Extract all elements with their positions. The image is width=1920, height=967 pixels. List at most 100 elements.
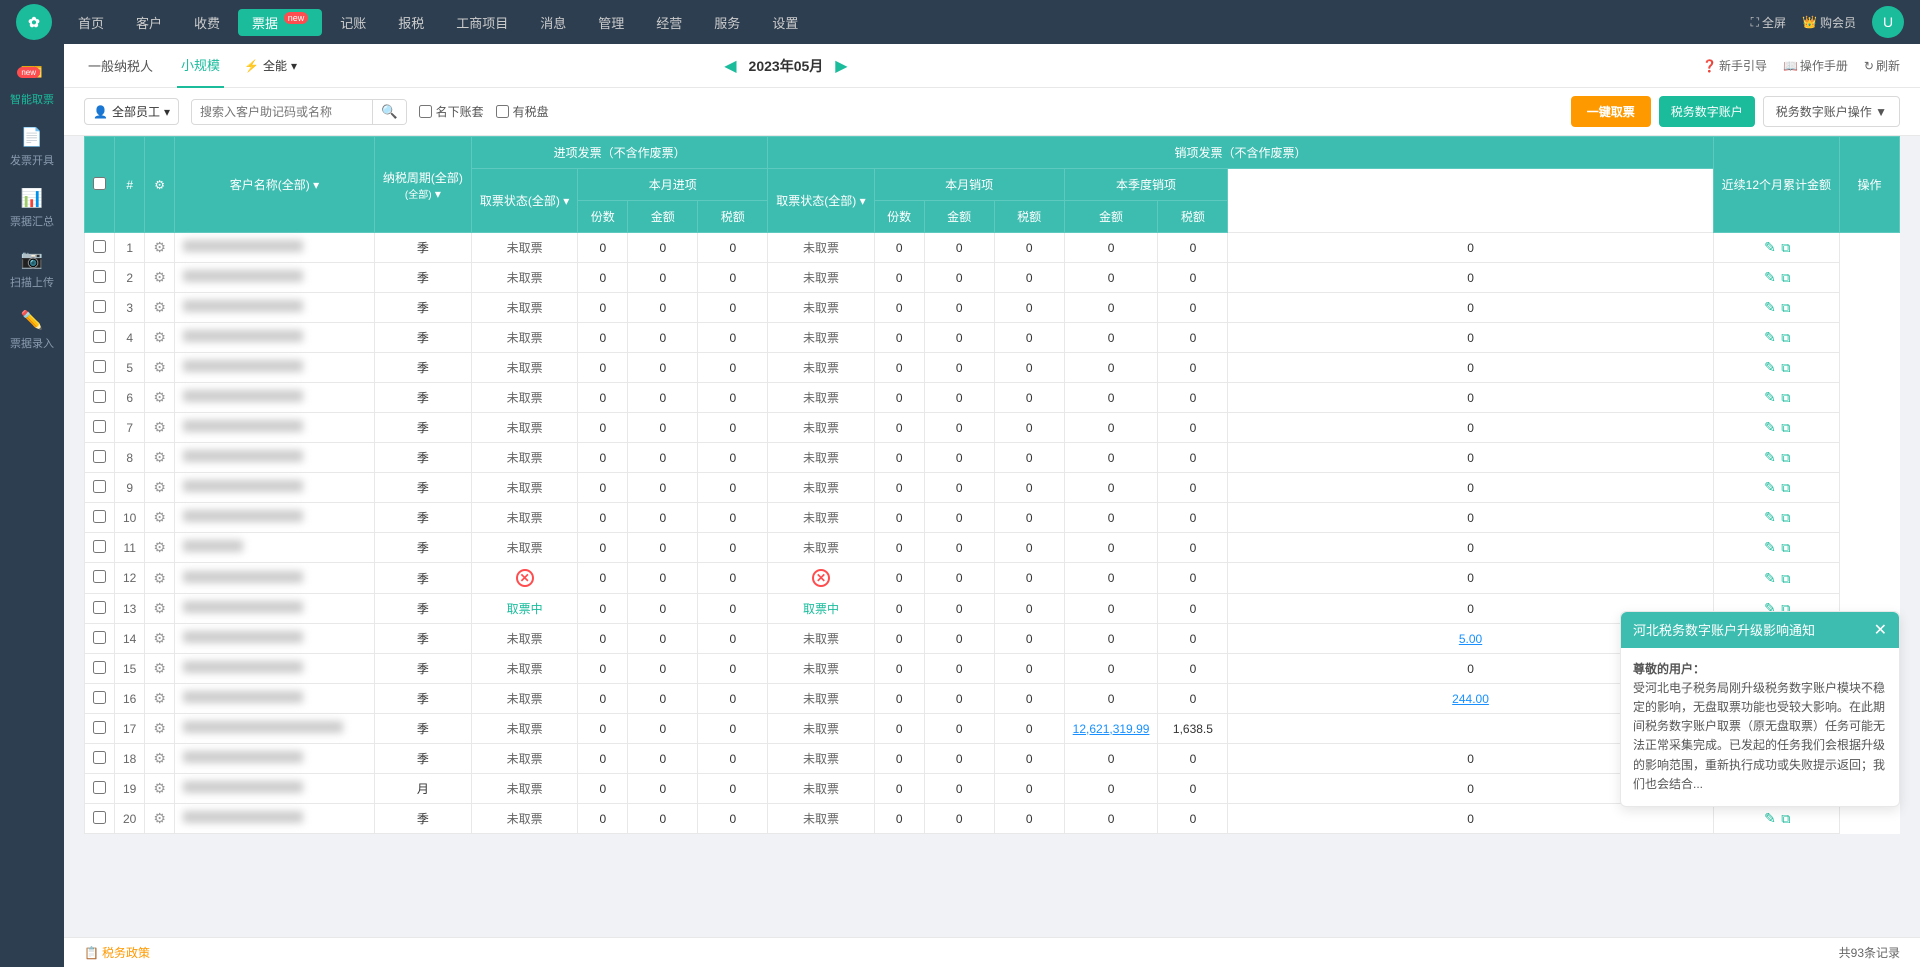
checkbox-tax-input[interactable]	[496, 105, 509, 118]
copy-icon[interactable]: ⧉	[1781, 571, 1790, 586]
sidebar-item-summary[interactable]: 📊 票据汇总	[4, 180, 60, 237]
edit-icon[interactable]: ✎	[1764, 359, 1776, 375]
copy-icon[interactable]: ⧉	[1781, 480, 1790, 495]
copy-icon[interactable]: ⧉	[1781, 510, 1790, 525]
fullscreen-btn[interactable]: ⛶ 全屏	[1751, 14, 1786, 31]
row-settings-icon[interactable]: ⚙	[153, 539, 166, 555]
edit-icon[interactable]: ✎	[1764, 239, 1776, 255]
row-settings-icon[interactable]: ⚙	[153, 359, 166, 375]
row-settings-icon[interactable]: ⚙	[153, 269, 166, 285]
row-checkbox[interactable]	[93, 510, 106, 523]
checkbox-subledger-input[interactable]	[419, 105, 432, 118]
sidebar-item-smart-ticket[interactable]: 🎫 new 智能取票	[4, 54, 60, 115]
nav-operate[interactable]: 经营	[642, 9, 696, 36]
nav-settings[interactable]: 设置	[758, 9, 812, 36]
sidebar-item-scan[interactable]: 📷 扫描上传	[4, 241, 60, 298]
digital-account-btn[interactable]: 税务数字账户	[1659, 96, 1755, 127]
row-checkbox[interactable]	[93, 360, 106, 373]
copy-icon[interactable]: ⧉	[1781, 811, 1790, 826]
manual-btn[interactable]: 📖 操作手册	[1783, 57, 1848, 74]
sidebar-item-invoice[interactable]: 📄 发票开具	[4, 119, 60, 176]
subnav-all[interactable]: ⚡ 全能 ▾	[244, 57, 297, 74]
row-checkbox[interactable]	[93, 330, 106, 343]
row-checkbox[interactable]	[93, 240, 106, 253]
guide-btn[interactable]: ❓ 新手引导	[1702, 57, 1767, 74]
nav-home[interactable]: 首页	[64, 9, 118, 36]
row-settings-icon[interactable]: ⚙	[153, 690, 166, 706]
nav-account[interactable]: 记账	[326, 9, 380, 36]
edit-icon[interactable]: ✎	[1764, 269, 1776, 285]
row-settings-icon[interactable]: ⚙	[153, 750, 166, 766]
row-settings-icon[interactable]: ⚙	[153, 810, 166, 826]
nav-manage[interactable]: 管理	[584, 9, 638, 36]
edit-icon[interactable]: ✎	[1764, 299, 1776, 315]
nav-fee[interactable]: 收费	[180, 9, 234, 36]
row-checkbox[interactable]	[93, 811, 106, 824]
avatar[interactable]: U	[1872, 6, 1904, 38]
copy-icon[interactable]: ⧉	[1781, 270, 1790, 285]
edit-icon[interactable]: ✎	[1764, 570, 1776, 586]
row-settings-icon[interactable]: ⚙	[153, 479, 166, 495]
row-checkbox[interactable]	[93, 270, 106, 283]
row-settings-icon[interactable]: ⚙	[153, 720, 166, 736]
row-checkbox[interactable]	[93, 570, 106, 583]
digital-operation-btn[interactable]: 税务数字账户操作 ▼	[1763, 96, 1900, 127]
nav-ticket[interactable]: 票据 new	[238, 9, 322, 36]
nav-service[interactable]: 服务	[700, 9, 754, 36]
row-checkbox[interactable]	[93, 480, 106, 493]
copy-icon[interactable]: ⧉	[1781, 390, 1790, 405]
row-checkbox[interactable]	[93, 781, 106, 794]
copy-icon[interactable]: ⧉	[1781, 450, 1790, 465]
next-month-btn[interactable]: ▶	[835, 56, 847, 76]
row-checkbox[interactable]	[93, 450, 106, 463]
row-checkbox[interactable]	[93, 601, 106, 614]
row-checkbox[interactable]	[93, 721, 106, 734]
th-settings[interactable]: ⚙	[145, 137, 175, 233]
nav-message[interactable]: 消息	[526, 9, 580, 36]
row-checkbox[interactable]	[93, 420, 106, 433]
edit-icon[interactable]: ✎	[1764, 810, 1776, 826]
notification-close-btn[interactable]: ✕	[1874, 620, 1887, 640]
app-logo[interactable]: ✿	[16, 4, 52, 40]
copy-icon[interactable]: ⧉	[1781, 360, 1790, 375]
row-checkbox[interactable]	[93, 661, 106, 674]
search-input[interactable]	[192, 101, 372, 123]
row-settings-icon[interactable]: ⚙	[153, 630, 166, 646]
employee-select[interactable]: 👤 全部员工 ▾	[84, 98, 179, 125]
row-settings-icon[interactable]: ⚙	[153, 299, 166, 315]
row-settings-icon[interactable]: ⚙	[153, 570, 166, 586]
nav-tax[interactable]: 报税	[384, 9, 438, 36]
checkbox-subledger[interactable]: 名下账套	[419, 103, 484, 120]
row-checkbox[interactable]	[93, 300, 106, 313]
row-settings-icon[interactable]: ⚙	[153, 780, 166, 796]
copy-icon[interactable]: ⧉	[1781, 330, 1790, 345]
copy-icon[interactable]: ⧉	[1781, 540, 1790, 555]
income-status-filter-icon[interactable]: ▾	[563, 194, 569, 208]
row-checkbox[interactable]	[93, 631, 106, 644]
vip-btn[interactable]: 👑 购会员	[1802, 14, 1856, 31]
edit-icon[interactable]: ✎	[1764, 329, 1776, 345]
row-settings-icon[interactable]: ⚙	[153, 329, 166, 345]
tax-policy-link[interactable]: 📋 税务政策	[84, 944, 150, 961]
one-key-btn[interactable]: 一键取票	[1571, 96, 1651, 127]
copy-icon[interactable]: ⧉	[1781, 240, 1790, 255]
refresh-btn[interactable]: ↻ 刷新	[1864, 57, 1900, 74]
edit-icon[interactable]: ✎	[1764, 509, 1776, 525]
edit-icon[interactable]: ✎	[1764, 449, 1776, 465]
nav-business[interactable]: 工商项目	[442, 9, 522, 36]
select-all-checkbox[interactable]	[93, 177, 106, 190]
sales-status-filter-icon[interactable]: ▾	[860, 194, 866, 208]
row-settings-icon[interactable]: ⚙	[153, 239, 166, 255]
copy-icon[interactable]: ⧉	[1781, 420, 1790, 435]
row-settings-icon[interactable]: ⚙	[153, 419, 166, 435]
subnav-small[interactable]: 小规模	[177, 44, 224, 88]
row-settings-icon[interactable]: ⚙	[153, 600, 166, 616]
sidebar-item-entry[interactable]: ✏️ 票据录入	[4, 302, 60, 359]
filter-icon[interactable]: ▾	[313, 178, 319, 192]
row-settings-icon[interactable]: ⚙	[153, 509, 166, 525]
edit-icon[interactable]: ✎	[1764, 389, 1776, 405]
accum12-link[interactable]: 5.00	[1459, 632, 1482, 646]
row-checkbox[interactable]	[93, 691, 106, 704]
nav-customer[interactable]: 客户	[122, 9, 176, 36]
prev-month-btn[interactable]: ◀	[724, 56, 736, 76]
